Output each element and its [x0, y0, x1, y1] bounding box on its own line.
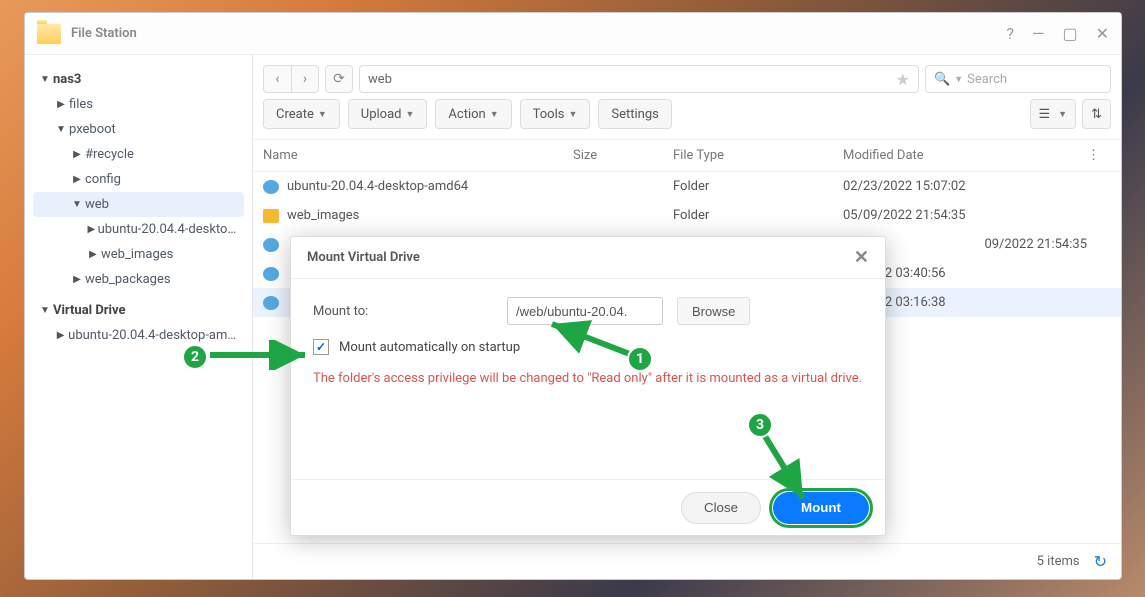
annotation-2: 2 — [182, 344, 208, 370]
nav-back-button[interactable]: ‹ — [263, 65, 291, 93]
close-button[interactable]: Close — [681, 492, 761, 524]
close-icon[interactable]: ✕ — [1096, 24, 1109, 43]
dialog-title: Mount Virtual Drive — [307, 250, 420, 265]
titlebar: File Station ? — ▢ ✕ — [25, 13, 1121, 55]
upload-button[interactable]: Upload▼ — [348, 99, 428, 129]
disk-icon — [263, 180, 279, 194]
tree-item-recycle[interactable]: ▶#recycle — [33, 142, 244, 167]
tree-virtual-drive[interactable]: ▼Virtual Drive — [33, 298, 244, 323]
col-size[interactable]: Size — [573, 148, 673, 163]
tree-item-web[interactable]: ▼web — [33, 192, 244, 217]
annotation-1: 1 — [627, 346, 653, 372]
maximize-icon[interactable]: ▢ — [1062, 24, 1077, 43]
table-row[interactable]: web_images Folder05/09/2022 21:54:35 — [253, 201, 1121, 230]
disk-icon — [263, 296, 279, 310]
auto-mount-label: Mount automatically on startup — [339, 340, 520, 355]
tree-item-ubuntu[interactable]: ▶ubuntu-20.04.4-desktop-amd64 — [33, 217, 244, 242]
app-icon — [37, 24, 61, 44]
warning-text: The folder's access privilege will be ch… — [313, 369, 863, 390]
table-header: Name Size File Type Modified Date ⋮ — [253, 139, 1121, 172]
folder-icon — [263, 209, 279, 223]
window-title: File Station — [71, 26, 137, 41]
disk-icon — [263, 267, 279, 281]
mount-button[interactable]: Mount — [773, 492, 869, 524]
disk-icon — [263, 238, 279, 252]
tree-label: nas3 — [53, 72, 81, 87]
create-button[interactable]: Create▼ — [263, 99, 340, 129]
mount-to-input[interactable] — [507, 297, 663, 325]
tree-item-files[interactable]: ▶files — [33, 92, 244, 117]
annotation-3: 3 — [747, 412, 773, 438]
sort-button[interactable]: ⇅ — [1082, 99, 1111, 129]
col-name[interactable]: Name — [263, 148, 573, 163]
tree-vd-ubuntu[interactable]: ▶ubuntu-20.04.4-desktop-amd64 — [33, 323, 244, 348]
favorite-icon[interactable]: ★ — [896, 70, 910, 89]
search-icon: 🔍 — [934, 72, 950, 87]
tree-item-webimages[interactable]: ▶web_images — [33, 242, 244, 267]
tree-root-nas3[interactable]: ▼nas3 — [33, 67, 244, 92]
action-button[interactable]: Action▼ — [435, 99, 511, 129]
view-list-button[interactable]: ☰▼ — [1030, 99, 1077, 129]
table-row[interactable]: ubuntu-20.04.4-desktop-amd64 Folder02/23… — [253, 172, 1121, 201]
help-icon[interactable]: ? — [1006, 24, 1014, 43]
auto-mount-checkbox[interactable]: ✓ — [313, 339, 329, 355]
browse-button[interactable]: Browse — [677, 297, 750, 325]
path-input[interactable]: web ★ — [359, 65, 919, 93]
nav-forward-button[interactable]: › — [291, 65, 319, 93]
search-input[interactable]: 🔍 ▼ Search — [925, 65, 1111, 93]
mount-to-label: Mount to: — [313, 304, 493, 319]
dialog-close-icon[interactable]: ✕ — [854, 247, 869, 268]
col-type[interactable]: File Type — [673, 148, 843, 163]
tree-item-webpackages[interactable]: ▶web_packages — [33, 267, 244, 292]
path-text: web — [368, 72, 392, 87]
refresh-icon[interactable]: ↻ — [1094, 552, 1107, 571]
col-modified[interactable]: Modified Date — [843, 148, 1087, 163]
minimize-icon[interactable]: — — [1032, 24, 1045, 43]
reload-button[interactable]: ⟳ — [325, 65, 353, 93]
tools-button[interactable]: Tools▼ — [520, 99, 591, 129]
sidebar: ▼nas3 ▶files ▼pxeboot ▶#recycle ▶config … — [25, 55, 253, 579]
tree-item-config[interactable]: ▶config — [33, 167, 244, 192]
statusbar: 5 items ↻ — [253, 543, 1121, 579]
mount-virtual-drive-dialog: Mount Virtual Drive ✕ Mount to: Browse ✓… — [290, 236, 886, 536]
settings-button[interactable]: Settings — [598, 99, 671, 129]
col-more-icon[interactable]: ⋮ — [1087, 148, 1111, 163]
item-count: 5 items — [1037, 554, 1080, 569]
tree-item-pxeboot[interactable]: ▼pxeboot — [33, 117, 244, 142]
